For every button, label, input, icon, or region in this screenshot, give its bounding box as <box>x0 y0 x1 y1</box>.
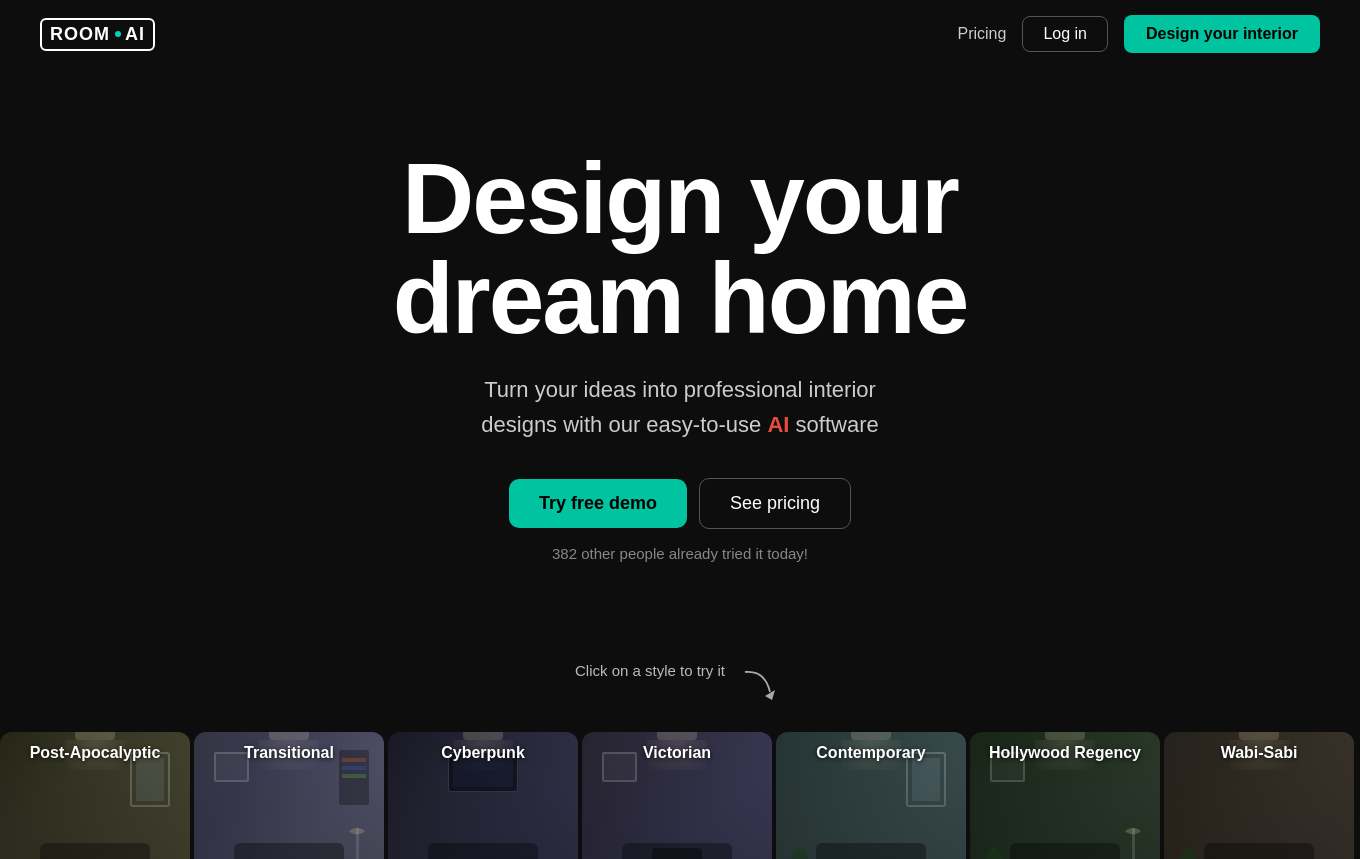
card-label-transitional: Transitional <box>194 744 384 762</box>
card-label-hollywood: Hollywood Regency <box>970 744 1160 762</box>
style-card-transitional[interactable]: Transitional <box>194 732 384 859</box>
nav-right: Pricing Log in Design your interior <box>957 15 1320 53</box>
hero-buttons: Try free demo See pricing <box>40 478 1320 529</box>
see-pricing-button[interactable]: See pricing <box>699 478 851 529</box>
ai-highlight: AI <box>767 412 789 437</box>
nav-login-button[interactable]: Log in <box>1022 16 1108 52</box>
nav-pricing-link[interactable]: Pricing <box>957 25 1006 43</box>
gallery-hint-area: Click on a style to try it <box>0 662 1360 716</box>
card-label-victorian: Victorian <box>582 744 772 762</box>
gallery-section: Click on a style to try it Post- <box>0 662 1360 859</box>
gallery-hint-text: Click on a style to try it <box>575 662 725 679</box>
style-card-victorian[interactable]: Victorian <box>582 732 772 859</box>
logo-dot <box>115 31 121 37</box>
try-demo-button[interactable]: Try free demo <box>509 479 687 528</box>
hero-title-line2: dream home <box>393 242 968 354</box>
social-proof-text: 382 other people already tried it today! <box>40 545 1320 562</box>
nav-cta-button[interactable]: Design your interior <box>1124 15 1320 53</box>
subtitle-after: software <box>796 412 879 437</box>
subtitle-before: Turn your ideas into professional interi… <box>484 377 876 402</box>
subtitle-mid: designs with our easy-to-use <box>481 412 761 437</box>
style-card-contemporary[interactable]: Contemporary <box>776 732 966 859</box>
logo-text: ROOM <box>50 24 110 45</box>
navbar: ROOM AI Pricing Log in Design your inter… <box>0 0 1360 68</box>
logo-ai: AI <box>125 24 145 45</box>
card-label-wabi-sabi: Wabi-Sabi <box>1164 744 1354 762</box>
card-label-post-apocalyptic: Post-Apocalyptic <box>0 744 190 762</box>
style-cards-row: Post-Apocalyptic Transitional <box>0 732 1354 859</box>
style-cards-container: Post-Apocalyptic Transitional <box>0 732 1360 859</box>
style-card-wabi-sabi[interactable]: Wabi-Sabi <box>1164 732 1354 859</box>
style-card-cyberpunk[interactable]: Cyberpunk <box>388 732 578 859</box>
logo: ROOM AI <box>40 18 155 51</box>
card-label-contemporary: Contemporary <box>776 744 966 762</box>
hero-subtitle: Turn your ideas into professional interi… <box>40 372 1320 442</box>
style-card-hollywood[interactable]: Hollywood Regency <box>970 732 1160 859</box>
curved-arrow-icon <box>735 662 785 716</box>
hero-title-line1: Design your <box>402 142 958 254</box>
hero-title: Design your dream home <box>40 148 1320 348</box>
style-card-post-apocalyptic[interactable]: Post-Apocalyptic <box>0 732 190 859</box>
hero-section: Design your dream home Turn your ideas i… <box>0 68 1360 602</box>
card-label-cyberpunk: Cyberpunk <box>388 744 578 762</box>
